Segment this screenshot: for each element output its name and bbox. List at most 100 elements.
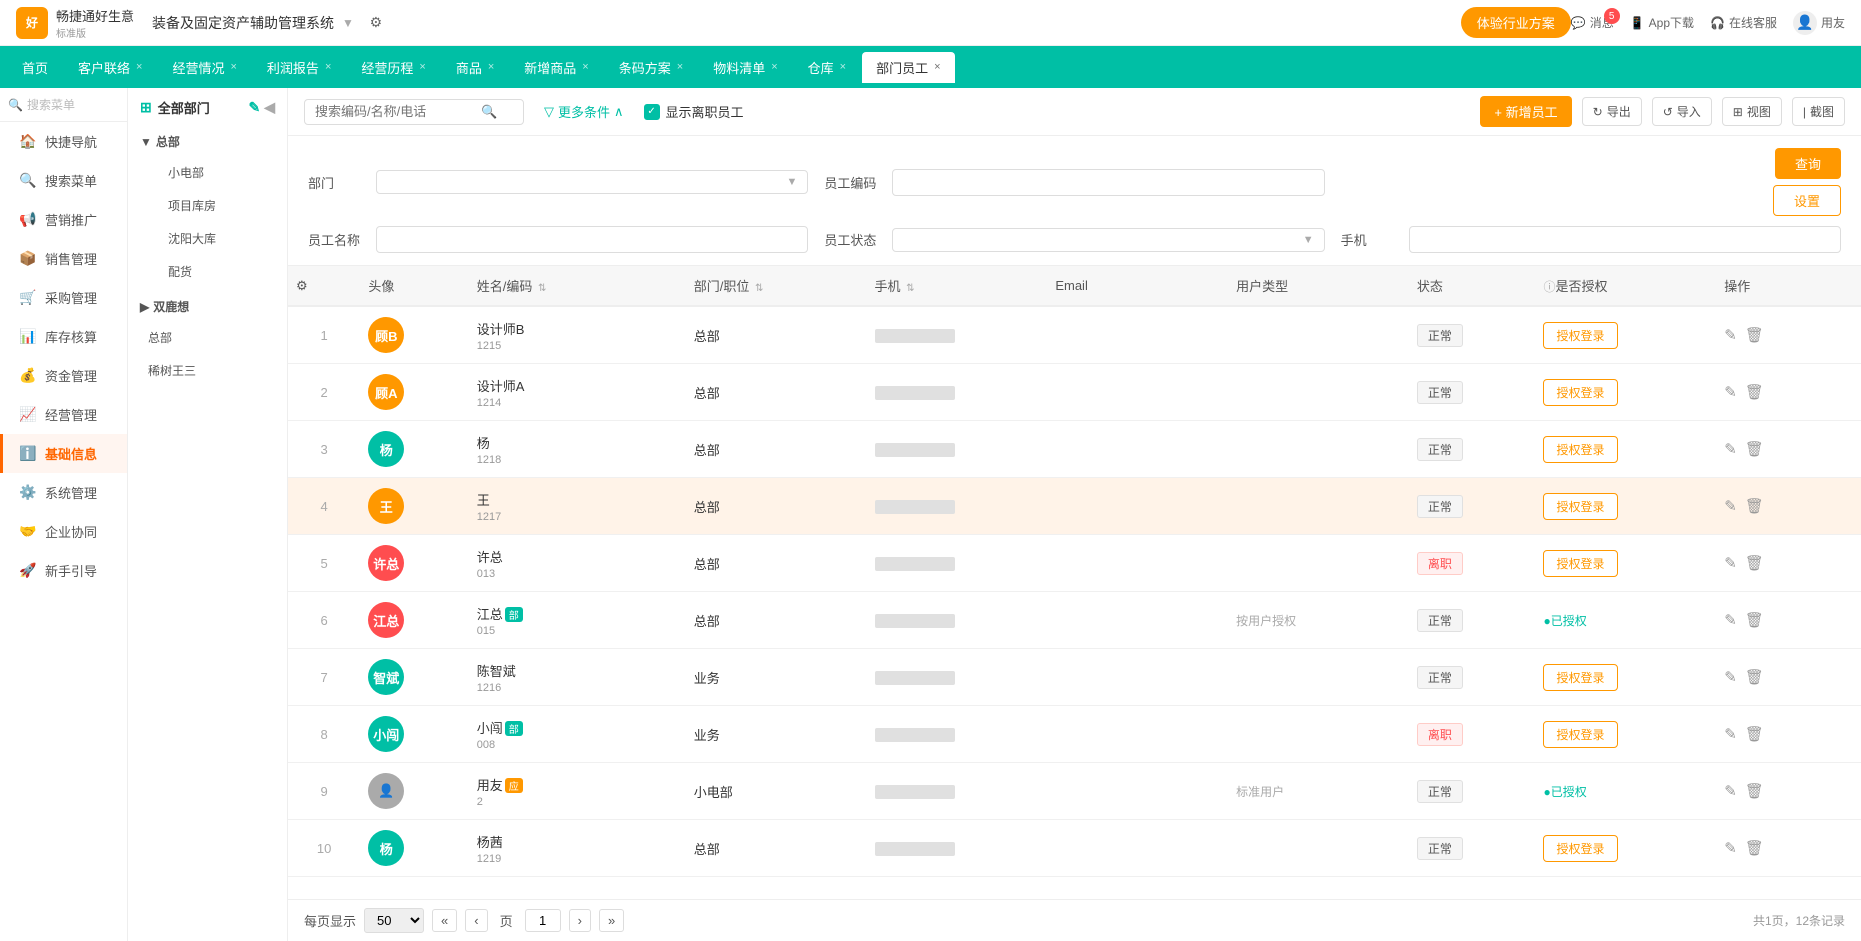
user-profile-btn[interactable]: 👤 用友: [1793, 11, 1845, 35]
edit-icon[interactable]: ✎: [1724, 611, 1737, 629]
edit-icon[interactable]: ✎: [1724, 839, 1737, 857]
query-button[interactable]: 查询: [1775, 148, 1841, 179]
close-tab-icon[interactable]: ×: [934, 61, 940, 73]
sidebar-item-purchase[interactable]: 🛒采购管理: [0, 278, 127, 317]
delete-icon[interactable]: 🗑: [1745, 782, 1764, 800]
sidebar-item-sales[interactable]: 📦销售管理: [0, 239, 127, 278]
nav-tab-6[interactable]: 新增商品×: [510, 52, 602, 83]
edit-icon[interactable]: ✎: [1724, 782, 1737, 800]
sidebar-item-finance[interactable]: 💰资金管理: [0, 356, 127, 395]
dropdown-arrow-icon[interactable]: ▼: [342, 16, 354, 30]
auth-button[interactable]: 授权登录: [1543, 664, 1617, 691]
auth-button[interactable]: 授权登录: [1543, 835, 1617, 862]
dept-item-zongbu[interactable]: 总部: [128, 321, 287, 354]
dept-filter-select[interactable]: ▼: [376, 170, 808, 194]
prev-page-btn[interactable]: ‹: [465, 909, 487, 932]
auth-button[interactable]: 授权登录: [1543, 379, 1617, 406]
edit-icon[interactable]: ✎: [1724, 497, 1737, 515]
dept-collapse-shuanglu[interactable]: ▶ 双鹿想: [128, 292, 287, 321]
nav-tab-9[interactable]: 仓库×: [794, 52, 860, 83]
edit-icon[interactable]: ✎: [1724, 725, 1737, 743]
col-phone[interactable]: 手机 ⇅: [867, 266, 1048, 306]
nav-tab-4[interactable]: 经营历程×: [347, 52, 439, 83]
export-button[interactable]: ↻ 导出: [1582, 97, 1642, 126]
settings-icon-btn[interactable]: ⚙: [362, 9, 390, 37]
nav-tab-10[interactable]: 部门员工×: [862, 52, 954, 83]
delete-icon[interactable]: 🗑: [1745, 554, 1764, 572]
dept-collapse-general[interactable]: ▼ 总部: [128, 127, 287, 156]
delete-icon[interactable]: 🗑: [1745, 497, 1764, 515]
sidebar-item-operations[interactable]: 📈经营管理: [0, 395, 127, 434]
show-resigned-checkbox[interactable]: ✓ 显示离职员工: [644, 102, 744, 121]
sidebar-item-enterprise[interactable]: 🤝企业协同: [0, 512, 127, 551]
empcode-filter-input[interactable]: [892, 169, 1324, 196]
auth-button[interactable]: 授权登录: [1543, 493, 1617, 520]
nav-tab-8[interactable]: 物料清单×: [699, 52, 791, 83]
dept-collapse-icon[interactable]: ◀: [264, 99, 275, 116]
page-input[interactable]: 1: [525, 909, 561, 932]
next-page-btn[interactable]: ›: [569, 909, 591, 932]
delete-icon[interactable]: 🗑: [1745, 440, 1764, 458]
dept-edit-icon[interactable]: ✎: [248, 99, 260, 116]
filter-settings-button[interactable]: 设置: [1773, 185, 1841, 216]
edit-icon[interactable]: ✎: [1724, 383, 1737, 401]
last-page-btn[interactable]: »: [599, 909, 624, 932]
col-name[interactable]: 姓名/编码 ⇅: [469, 266, 686, 306]
sidebar-item-search-menu[interactable]: 🔍搜索菜单: [0, 161, 127, 200]
dept-item-xishu[interactable]: 稀树王三: [128, 354, 287, 387]
close-tab-icon[interactable]: ×: [230, 61, 236, 73]
delete-icon[interactable]: 🗑: [1745, 611, 1764, 629]
delete-icon[interactable]: 🗑: [1745, 725, 1764, 743]
more-filters-btn[interactable]: ▽ 更多条件 ∧: [536, 98, 632, 125]
dept-item-xiangmukufang[interactable]: 项目库房: [144, 189, 287, 222]
sidebar-item-system[interactable]: ⚙️系统管理: [0, 473, 127, 512]
dept-item-xiaodianbu[interactable]: 小电部: [144, 156, 287, 189]
status-filter-select[interactable]: ▼: [892, 228, 1324, 252]
nav-tab-3[interactable]: 利润报告×: [253, 52, 345, 83]
auth-button[interactable]: 授权登录: [1543, 550, 1617, 577]
close-tab-icon[interactable]: ×: [771, 61, 777, 73]
empname-filter-input[interactable]: [376, 226, 808, 253]
edit-icon[interactable]: ✎: [1724, 554, 1737, 572]
nav-tab-7[interactable]: 条码方案×: [605, 52, 697, 83]
messages-btn[interactable]: 💬 消息 5: [1571, 14, 1614, 31]
delete-icon[interactable]: 🗑: [1745, 326, 1764, 344]
sidebar-item-basic-info[interactable]: ℹ️基础信息: [0, 434, 127, 473]
delete-icon[interactable]: 🗑: [1745, 668, 1764, 686]
nav-tab-5[interactable]: 商品×: [442, 52, 508, 83]
more-button[interactable]: | 截图: [1792, 97, 1845, 126]
app-download-btn[interactable]: 📱 App下载: [1630, 14, 1694, 31]
sidebar-item-marketing[interactable]: 📢营销推广: [0, 200, 127, 239]
nav-tab-0[interactable]: 首页: [8, 52, 62, 83]
close-tab-icon[interactable]: ×: [582, 61, 588, 73]
delete-icon[interactable]: 🗑: [1745, 839, 1764, 857]
col-dept[interactable]: 部门/职位 ⇅: [686, 266, 867, 306]
nav-tab-1[interactable]: 客户联络×: [64, 52, 156, 83]
edit-icon[interactable]: ✎: [1724, 440, 1737, 458]
trial-button[interactable]: 体验行业方案: [1461, 7, 1571, 38]
sidebar-search[interactable]: 🔍 搜索菜单: [0, 88, 127, 122]
auth-button[interactable]: 授权登录: [1543, 322, 1617, 349]
dept-item-shenyangdaku[interactable]: 沈阳大库: [144, 222, 287, 255]
nav-tab-2[interactable]: 经营情况×: [158, 52, 250, 83]
import-button[interactable]: ↺ 导入: [1652, 97, 1712, 126]
close-tab-icon[interactable]: ×: [325, 61, 331, 73]
close-tab-icon[interactable]: ×: [677, 61, 683, 73]
view-button[interactable]: ⊞ 视图: [1722, 97, 1782, 126]
dept-item-peihuo[interactable]: 配货: [144, 255, 287, 288]
auth-button[interactable]: 授权登录: [1543, 721, 1617, 748]
close-tab-icon[interactable]: ×: [488, 61, 494, 73]
per-page-select[interactable]: 50 100 200: [364, 908, 424, 933]
phone-filter-input[interactable]: [1409, 226, 1841, 253]
online-service-btn[interactable]: 🎧 在线客服: [1710, 14, 1777, 31]
close-tab-icon[interactable]: ×: [136, 61, 142, 73]
col-settings[interactable]: ⚙: [288, 266, 360, 306]
close-tab-icon[interactable]: ×: [840, 61, 846, 73]
delete-icon[interactable]: 🗑: [1745, 383, 1764, 401]
edit-icon[interactable]: ✎: [1724, 326, 1737, 344]
first-page-btn[interactable]: «: [432, 909, 457, 932]
add-employee-button[interactable]: + 新增员工: [1480, 96, 1571, 127]
auth-button[interactable]: 授权登录: [1543, 436, 1617, 463]
search-box[interactable]: 🔍: [304, 99, 524, 125]
close-tab-icon[interactable]: ×: [419, 61, 425, 73]
